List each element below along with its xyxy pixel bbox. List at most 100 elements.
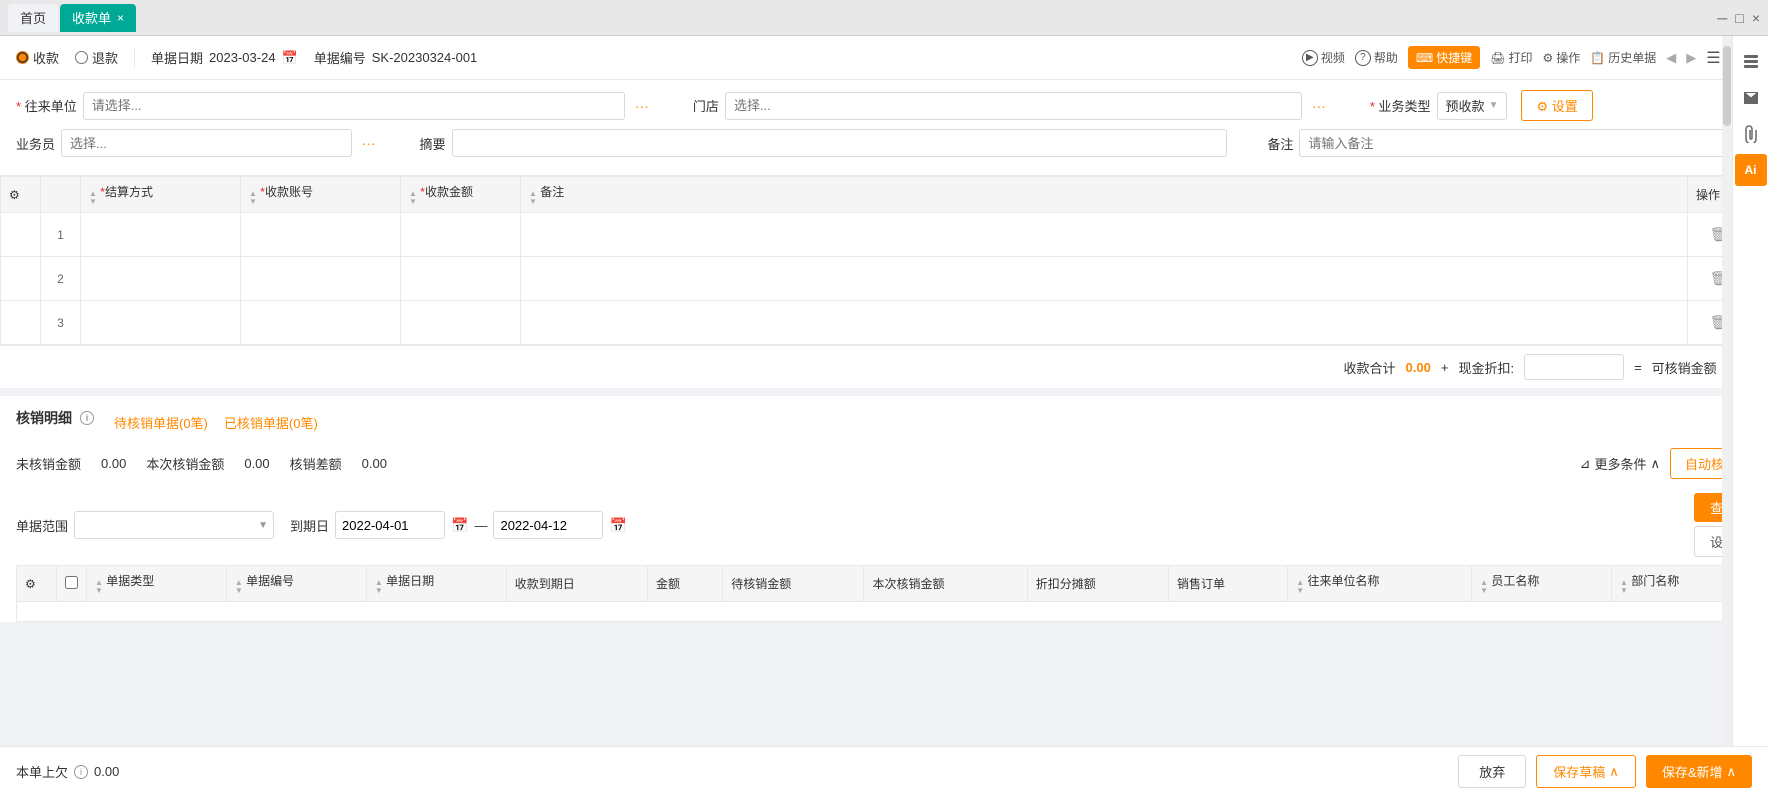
calendar-icon[interactable]: 📅 — [282, 50, 298, 66]
range-select[interactable] — [74, 511, 274, 539]
date-from-input[interactable] — [335, 511, 445, 539]
cal-from-icon[interactable]: 📅 — [451, 517, 468, 534]
page-amount-value: 0.00 — [94, 764, 119, 779]
shop-input[interactable] — [725, 92, 1302, 120]
nav-left-icon[interactable]: ◀ — [1666, 50, 1676, 66]
row2-note[interactable] — [521, 257, 1688, 301]
footer-amount: 本单上欠 i 0.00 — [16, 762, 119, 781]
row2-num: 2 — [41, 257, 81, 301]
salesperson-input[interactable] — [61, 129, 352, 157]
bill-no-value: SK-20230324-001 — [372, 50, 478, 65]
salesperson-more-btn[interactable]: ··· — [358, 135, 380, 151]
discount-input[interactable] — [1524, 354, 1624, 380]
row1-settle[interactable] — [81, 213, 241, 257]
action-help[interactable]: ? 帮助 — [1355, 49, 1398, 66]
total-label: 收款合计 — [1344, 358, 1396, 377]
date-separator: — — [474, 518, 487, 533]
print-icon: 🖨 — [1490, 51, 1505, 65]
radio-collection[interactable]: 收款 — [16, 48, 59, 67]
tab-collection[interactable]: 收款单 × — [60, 4, 136, 32]
row2-amount[interactable] — [401, 257, 521, 301]
remark-field: 备注 — [1267, 129, 1752, 157]
table-row: 2 🗑 ⊕ — [1, 257, 1768, 301]
unchecked-label: 未核销金额 — [16, 454, 81, 473]
range-select-wrapper: ▼ — [74, 511, 274, 539]
filter-icon: ⊿ — [1580, 456, 1591, 472]
action-video[interactable]: ▶ 视频 — [1302, 49, 1345, 66]
action-print[interactable]: 🖨 打印 — [1490, 49, 1532, 66]
summary-input[interactable] — [452, 129, 1228, 157]
equal-sign: = — [1634, 360, 1642, 375]
action-operation[interactable]: ⚙ 操作 — [1543, 49, 1581, 66]
abandon-btn[interactable]: 放弃 — [1458, 755, 1526, 788]
view-list-icon[interactable]: ☰ — [1706, 48, 1720, 68]
note-sort-icon: ▲▼ — [529, 190, 537, 206]
window-controls: ─ □ × — [1717, 10, 1760, 26]
scrollbar-track[interactable] — [1722, 36, 1732, 756]
row1-note[interactable] — [521, 213, 1688, 257]
save-btn[interactable]: 保存&新增 ∧ — [1646, 755, 1752, 788]
sidebar-ai-icon[interactable]: Ai — [1735, 154, 1767, 186]
verification-section: 核销明细 i 待核销单据(0笔) 已核销单据(0笔) 未核销金额 0.00 本次… — [0, 396, 1768, 622]
footer-buttons: 放弃 保存草稿 ∧ 保存&新增 ∧ — [1458, 755, 1752, 788]
page-amount-info-icon[interactable]: i — [74, 765, 88, 779]
tab-pending[interactable]: 待核销单据(0笔) — [106, 411, 216, 434]
select-all-checkbox[interactable] — [65, 576, 78, 589]
maximize-btn[interactable]: □ — [1735, 10, 1743, 26]
btable-pending-header: 待核销金额 — [723, 566, 864, 602]
btable-counterpart-header: ▲▼ 往来单位名称 — [1288, 566, 1472, 602]
row1-amount[interactable] — [401, 213, 521, 257]
sidebar-table-icon[interactable] — [1735, 46, 1767, 78]
verification-info-icon[interactable]: i — [80, 411, 94, 425]
table-settings-header[interactable]: ⚙ — [1, 177, 41, 213]
row3-settle[interactable] — [81, 301, 241, 345]
cal-to-icon[interactable]: 📅 — [609, 517, 626, 534]
action-shortcut[interactable]: ⌨ 快捷键 — [1408, 46, 1480, 69]
history-icon: 📋 — [1590, 51, 1605, 65]
row3-account[interactable] — [241, 301, 401, 345]
date-to-input[interactable] — [493, 511, 603, 539]
more-conditions-btn[interactable]: ⊿ 更多条件 ∧ — [1580, 454, 1660, 473]
help-icon: ? — [1355, 50, 1371, 66]
shop-more-btn[interactable]: ··· — [1308, 98, 1330, 114]
draft-btn[interactable]: 保存草稿 ∧ — [1536, 755, 1636, 788]
btable-gear-header[interactable]: ⚙ — [17, 566, 57, 602]
remark-label: 备注 — [1267, 134, 1293, 153]
save-arrow-icon: ∧ — [1726, 764, 1736, 780]
row1-account[interactable] — [241, 213, 401, 257]
business-type-dropdown[interactable]: 预收款 ▼ — [1437, 92, 1508, 120]
row3-note[interactable] — [521, 301, 1688, 345]
settings-icon: ⚙ — [1536, 99, 1548, 114]
row2-gear — [1, 257, 41, 301]
col-num-header — [41, 177, 81, 213]
bill-date-value: 2023-03-24 — [209, 50, 276, 65]
tab-collection-close[interactable]: × — [117, 11, 124, 25]
footer: 本单上欠 i 0.00 放弃 保存草稿 ∧ 保存&新增 ∧ — [0, 746, 1768, 796]
nav-right-icon[interactable]: ▶ — [1686, 50, 1696, 66]
row2-account[interactable] — [241, 257, 401, 301]
col-amount-header: ▲▼ *收款金额 — [401, 177, 521, 213]
action-history[interactable]: 📋 历史单据 — [1590, 49, 1656, 66]
close-btn[interactable]: × — [1752, 10, 1760, 26]
row2-settle[interactable] — [81, 257, 241, 301]
row1-gear — [1, 213, 41, 257]
bill-date-label: 单据日期 — [151, 48, 203, 67]
counterpart-input[interactable] — [83, 92, 625, 120]
btable-duedate-header: 收款到期日 — [506, 566, 647, 602]
sidebar-mail-icon[interactable] — [1735, 82, 1767, 114]
remark-input[interactable] — [1299, 129, 1752, 157]
page-amount-label: 本单上欠 — [16, 762, 68, 781]
tab-done[interactable]: 已核销单据(0笔) — [216, 411, 326, 434]
due-date-field: 到期日 📅 — 📅 — [290, 511, 627, 539]
tab-home[interactable]: 首页 — [8, 4, 58, 32]
receivable-label: 可核销金额 — [1652, 358, 1717, 377]
minimize-btn[interactable]: ─ — [1717, 10, 1727, 26]
radio-refund[interactable]: 退款 — [75, 48, 118, 67]
btable-checkbox-header[interactable] — [57, 566, 87, 602]
settings-btn[interactable]: ⚙ 设置 — [1521, 90, 1592, 121]
unchecked-value: 0.00 — [101, 456, 126, 471]
scrollbar-thumb[interactable] — [1723, 46, 1731, 126]
row3-amount[interactable] — [401, 301, 521, 345]
counterpart-more-btn[interactable]: ··· — [631, 98, 653, 114]
sidebar-clip-icon[interactable] — [1735, 118, 1767, 150]
